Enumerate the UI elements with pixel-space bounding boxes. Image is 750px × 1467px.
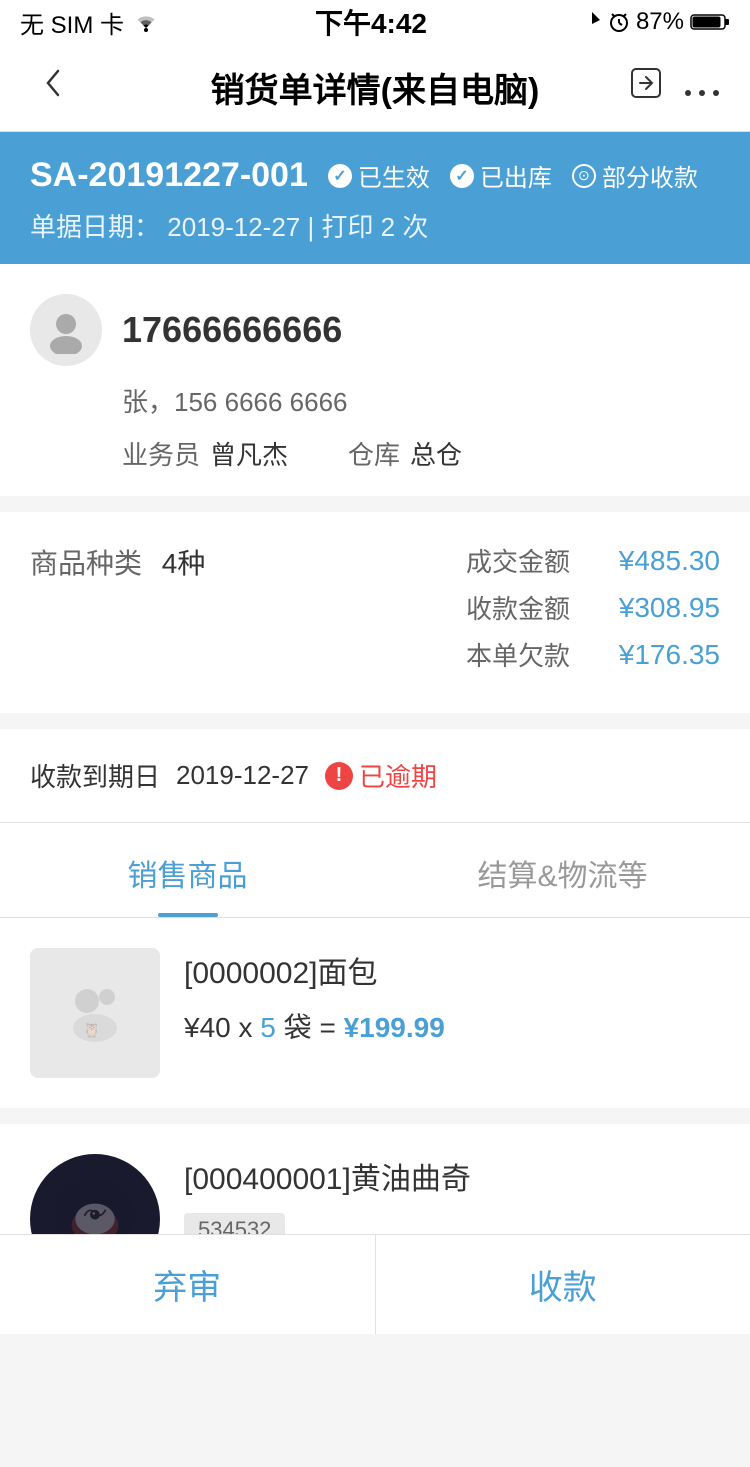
due-section: 收款到期日 2019-12-27 ! 已逾期 [0,729,750,823]
due-label: 收款到期日 [30,757,160,794]
sales-label: 业务员 [122,435,200,472]
status-right: 87% [582,8,730,36]
owed-label: 本单欠款 [466,636,570,673]
order-id: SA-20191227-001 [30,156,308,195]
product-info-1: [0000002]面包 ¥40 x 5 袋 = ¥199.99 [184,948,720,1046]
product-price-1: ¥40 x 5 袋 = ¥199.99 [184,1006,720,1046]
location-icon [582,10,602,34]
stats-amounts: 成交金额 ¥485.30 收款金额 ¥308.95 本单欠款 ¥176.35 [466,542,720,683]
bottom-bar: 弃审 收款 [0,1234,750,1334]
product-qty-1: 5 [260,1012,276,1043]
customer-meta: 业务员 曾凡杰 仓库 总仓 [30,435,720,472]
page-title: 销货单详情(来自电脑) [211,63,540,112]
received-value: ¥308.95 [600,592,720,624]
products-list: 🦉 [0000002]面包 ¥40 x 5 袋 = ¥199.99 [0,918,750,1467]
customer-section: 17666666666 张，156 6666 6666 业务员 曾凡杰 仓库 总… [0,264,750,496]
category-count: 4种 [162,548,206,579]
product-item: 🦉 [0000002]面包 ¥40 x 5 袋 = ¥199.99 [0,918,750,1108]
check-effective-icon: ✓ [328,164,352,188]
product-name-2: [000400001]黄油曲奇 [184,1154,720,1198]
amount-value: ¥485.30 [600,545,720,577]
order-date: 单据日期： 2019-12-27 | 打印 2 次 [30,207,720,244]
overdue-icon: ! [325,762,353,790]
stats-section: 商品种类 4种 成交金额 ¥485.30 收款金额 ¥308.95 本单欠款 ¥… [0,512,750,713]
share-icon[interactable] [628,65,664,110]
more-icon[interactable] [684,67,720,109]
order-header: SA-20191227-001 ✓ 已生效 ✓ 已出库 ⊙ 部分收款 单据日期：… [0,132,750,264]
status-carrier: 无 SIM 卡 [20,5,160,40]
tabs: 销售商品 结算&物流等 [0,823,750,917]
warehouse-name: 总仓 [410,435,462,472]
alarm-icon [608,10,630,34]
check-shipped-icon: ✓ [450,164,474,188]
status-shipped: ✓ 已出库 [450,158,552,193]
product-name-1: [0000002]面包 [184,948,720,992]
stats-categories: 商品种类 4种 [30,542,205,582]
back-button[interactable] [30,53,74,122]
status-effective: ✓ 已生效 [328,158,430,193]
overdue-text: 已逾期 [359,757,437,794]
svg-text:🦉: 🦉 [83,1022,100,1039]
received-label: 收款金额 [466,589,570,626]
customer-phone: 17666666666 [122,309,342,351]
due-date: 2019-12-27 [176,760,309,791]
wifi-icon [132,12,160,32]
amount-label: 成交金额 [466,542,570,579]
confirm-button[interactable]: 收款 [376,1235,750,1334]
nav-actions [628,65,720,110]
tab-sales-products[interactable]: 销售商品 [0,823,375,917]
product-image-1: 🦉 [30,948,160,1078]
product-placeholder-icon: 🦉 [55,973,135,1053]
owed-value: ¥176.35 [600,639,720,671]
customer-name: 张，156 6666 6666 [30,382,720,419]
overdue-badge: ! 已逾期 [325,757,437,794]
battery-text: 87% [636,8,684,36]
clock-icon: ⊙ [572,164,596,188]
status-partial: ⊙ 部分收款 [572,158,698,193]
tabs-container: 销售商品 结算&物流等 [0,823,750,918]
status-time: 下午4:42 [315,2,427,42]
nav-bar: 销货单详情(来自电脑) [0,44,750,132]
product-total-1: ¥199.99 [344,1012,445,1043]
category-label: 商品种类 [30,548,142,579]
warehouse-label: 仓库 [348,435,400,472]
sales-name: 曾凡杰 [210,435,288,472]
avatar [30,294,102,366]
carrier-text: 无 SIM 卡 [20,5,124,40]
cancel-button[interactable]: 弃审 [0,1235,376,1334]
tab-settlement[interactable]: 结算&物流等 [375,823,750,917]
battery-icon [690,12,730,32]
status-bar: 无 SIM 卡 下午4:42 87% [0,0,750,44]
